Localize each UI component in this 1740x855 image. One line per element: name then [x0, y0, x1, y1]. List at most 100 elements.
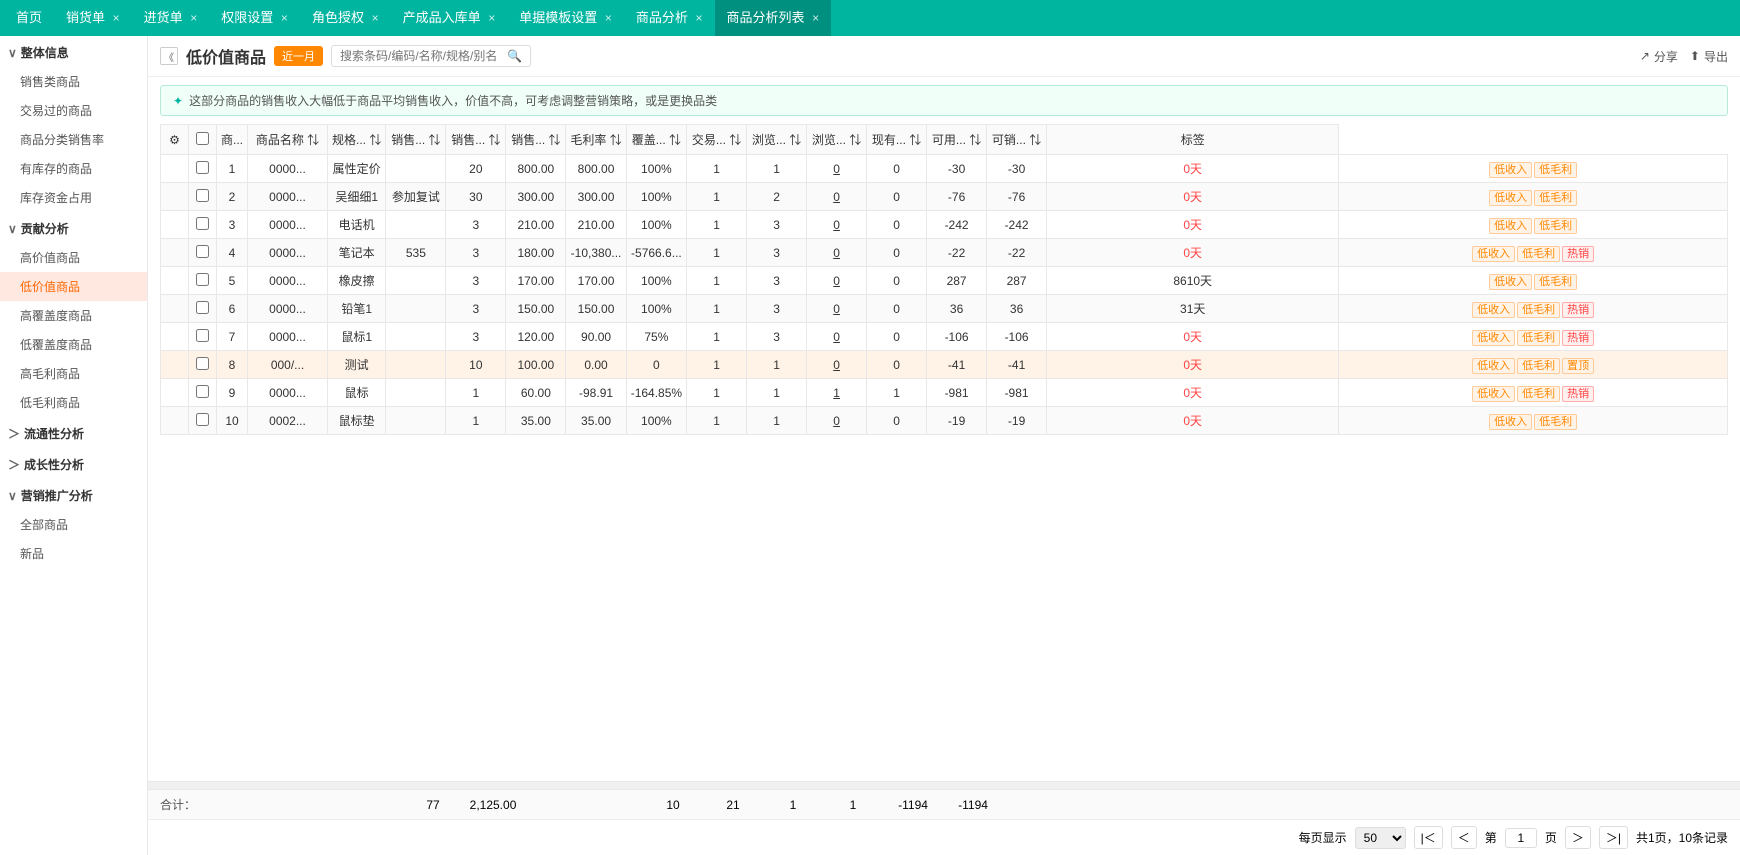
browse-link[interactable]: 0	[833, 190, 840, 204]
collapse-sidebar-btn[interactable]: 《	[160, 47, 178, 65]
sidebar-item-low-coverage[interactable]: 低覆盖度商品	[0, 330, 147, 359]
close-icon[interactable]: ×	[281, 11, 288, 25]
close-icon[interactable]: ×	[113, 11, 120, 25]
sidebar-item-all-goods[interactable]: 全部商品	[0, 510, 147, 539]
page-size-select[interactable]: 50 100 200	[1355, 827, 1406, 849]
nav-home[interactable]: 首页	[4, 0, 54, 36]
page-input[interactable]	[1505, 828, 1537, 848]
cell-browse[interactable]: 0	[807, 295, 867, 323]
close-icon[interactable]: ×	[488, 11, 495, 25]
last-page-btn[interactable]: ＞|	[1599, 826, 1628, 849]
cell-check[interactable]	[189, 211, 217, 239]
browse-link[interactable]: 0	[833, 274, 840, 288]
nav-product-list[interactable]: 商品分析列表 ×	[715, 0, 832, 36]
th-name[interactable]: 商品名称 ⇅	[248, 125, 328, 155]
search-icon[interactable]: 🔍	[507, 49, 522, 63]
th-available[interactable]: 可用... ⇅	[927, 125, 987, 155]
row-checkbox[interactable]	[196, 385, 209, 398]
nav-purchase[interactable]: 进货单 ×	[132, 0, 210, 36]
cell-check[interactable]	[189, 351, 217, 379]
cell-browse[interactable]: 1	[807, 379, 867, 407]
th-amount[interactable]: 销售... ⇅	[446, 125, 506, 155]
sidebar-item-stock-goods[interactable]: 有库存的商品	[0, 154, 147, 183]
cell-check[interactable]	[189, 183, 217, 211]
horizontal-scrollbar[interactable]	[148, 781, 1740, 789]
browse-link[interactable]: 0	[833, 358, 840, 372]
sidebar-group-growth[interactable]: ＞ 成长性分析	[0, 448, 147, 479]
sidebar-item-low-margin[interactable]: 低毛利商品	[0, 388, 147, 417]
th-browse[interactable]: 浏览... ⇅	[747, 125, 807, 155]
search-input[interactable]	[340, 49, 503, 63]
nav-product-analysis[interactable]: 商品分析 ×	[624, 0, 715, 36]
th-browse-uv[interactable]: 浏览... ⇅	[807, 125, 867, 155]
th-check[interactable]	[189, 125, 217, 155]
sidebar-group-marketing[interactable]: ∨ 营销推广分析	[0, 479, 147, 510]
sidebar-group-overall[interactable]: ∨ 整体信息	[0, 36, 147, 67]
cell-check[interactable]	[189, 239, 217, 267]
cell-browse[interactable]: 0	[807, 239, 867, 267]
close-icon[interactable]: ×	[190, 11, 197, 25]
sidebar-item-high-margin[interactable]: 高毛利商品	[0, 359, 147, 388]
cell-check[interactable]	[189, 323, 217, 351]
cell-browse[interactable]: 0	[807, 155, 867, 183]
cell-browse[interactable]: 0	[807, 183, 867, 211]
sidebar-group-circulation[interactable]: ＞ 流通性分析	[0, 417, 147, 448]
row-checkbox[interactable]	[196, 357, 209, 370]
nav-roles[interactable]: 角色授权 ×	[300, 0, 391, 36]
close-icon[interactable]: ×	[812, 11, 819, 25]
first-page-btn[interactable]: |＜	[1414, 826, 1443, 849]
cell-browse[interactable]: 0	[807, 211, 867, 239]
th-qty[interactable]: 销售... ⇅	[386, 125, 446, 155]
browse-link[interactable]: 0	[833, 302, 840, 316]
cell-check[interactable]	[189, 155, 217, 183]
sidebar-item-new-goods[interactable]: 新品	[0, 539, 147, 568]
close-icon[interactable]: ×	[695, 11, 702, 25]
cell-browse[interactable]: 0	[807, 267, 867, 295]
row-checkbox[interactable]	[196, 245, 209, 258]
sidebar-group-contribution[interactable]: ∨ 贡献分析	[0, 212, 147, 243]
browse-link[interactable]: 1	[833, 386, 840, 400]
th-spec[interactable]: 规格... ⇅	[328, 125, 386, 155]
th-days[interactable]: 可销... ⇅	[987, 125, 1047, 155]
sidebar-item-high-value[interactable]: 高价值商品	[0, 243, 147, 272]
th-stock[interactable]: 现有... ⇅	[867, 125, 927, 155]
row-checkbox[interactable]	[196, 413, 209, 426]
browse-link[interactable]: 0	[833, 246, 840, 260]
nav-template[interactable]: 单据模板设置 ×	[507, 0, 624, 36]
th-trade[interactable]: 交易... ⇅	[687, 125, 747, 155]
sidebar-item-high-coverage[interactable]: 高覆盖度商品	[0, 301, 147, 330]
close-icon[interactable]: ×	[605, 11, 612, 25]
browse-link[interactable]: 0	[833, 330, 840, 344]
share-btn[interactable]: ↗ 分享	[1640, 48, 1678, 65]
row-checkbox[interactable]	[196, 161, 209, 174]
browse-link[interactable]: 0	[833, 414, 840, 428]
cell-browse[interactable]: 0	[807, 407, 867, 435]
cell-check[interactable]	[189, 379, 217, 407]
next-page-btn[interactable]: ＞	[1565, 826, 1591, 849]
nav-sales[interactable]: 销货单 ×	[54, 0, 132, 36]
period-btn[interactable]: 近一月	[274, 46, 323, 66]
sidebar-item-stock-capital[interactable]: 库存资金占用	[0, 183, 147, 212]
cell-check[interactable]	[189, 295, 217, 323]
row-checkbox[interactable]	[196, 217, 209, 230]
th-margin[interactable]: 毛利率 ⇅	[566, 125, 626, 155]
row-checkbox[interactable]	[196, 189, 209, 202]
browse-link[interactable]: 0	[833, 218, 840, 232]
cell-browse[interactable]: 0	[807, 351, 867, 379]
cell-browse[interactable]: 0	[807, 323, 867, 351]
prev-page-btn[interactable]: ＜	[1451, 826, 1477, 849]
sidebar-item-category-rate[interactable]: 商品分类销售率	[0, 125, 147, 154]
cell-check[interactable]	[189, 267, 217, 295]
th-coverage[interactable]: 覆盖... ⇅	[626, 125, 686, 155]
th-settings[interactable]: ⚙	[161, 125, 189, 155]
row-checkbox[interactable]	[196, 329, 209, 342]
sidebar-item-low-value[interactable]: 低价值商品	[0, 272, 147, 301]
export-btn[interactable]: ⬆ 导出	[1690, 48, 1728, 65]
th-profit[interactable]: 销售... ⇅	[506, 125, 566, 155]
browse-link[interactable]: 0	[833, 162, 840, 176]
select-all-checkbox[interactable]	[196, 132, 209, 145]
sidebar-item-sales-goods[interactable]: 销售类商品	[0, 67, 147, 96]
sidebar-item-traded-goods[interactable]: 交易过的商品	[0, 96, 147, 125]
nav-permissions[interactable]: 权限设置 ×	[209, 0, 300, 36]
row-checkbox[interactable]	[196, 273, 209, 286]
